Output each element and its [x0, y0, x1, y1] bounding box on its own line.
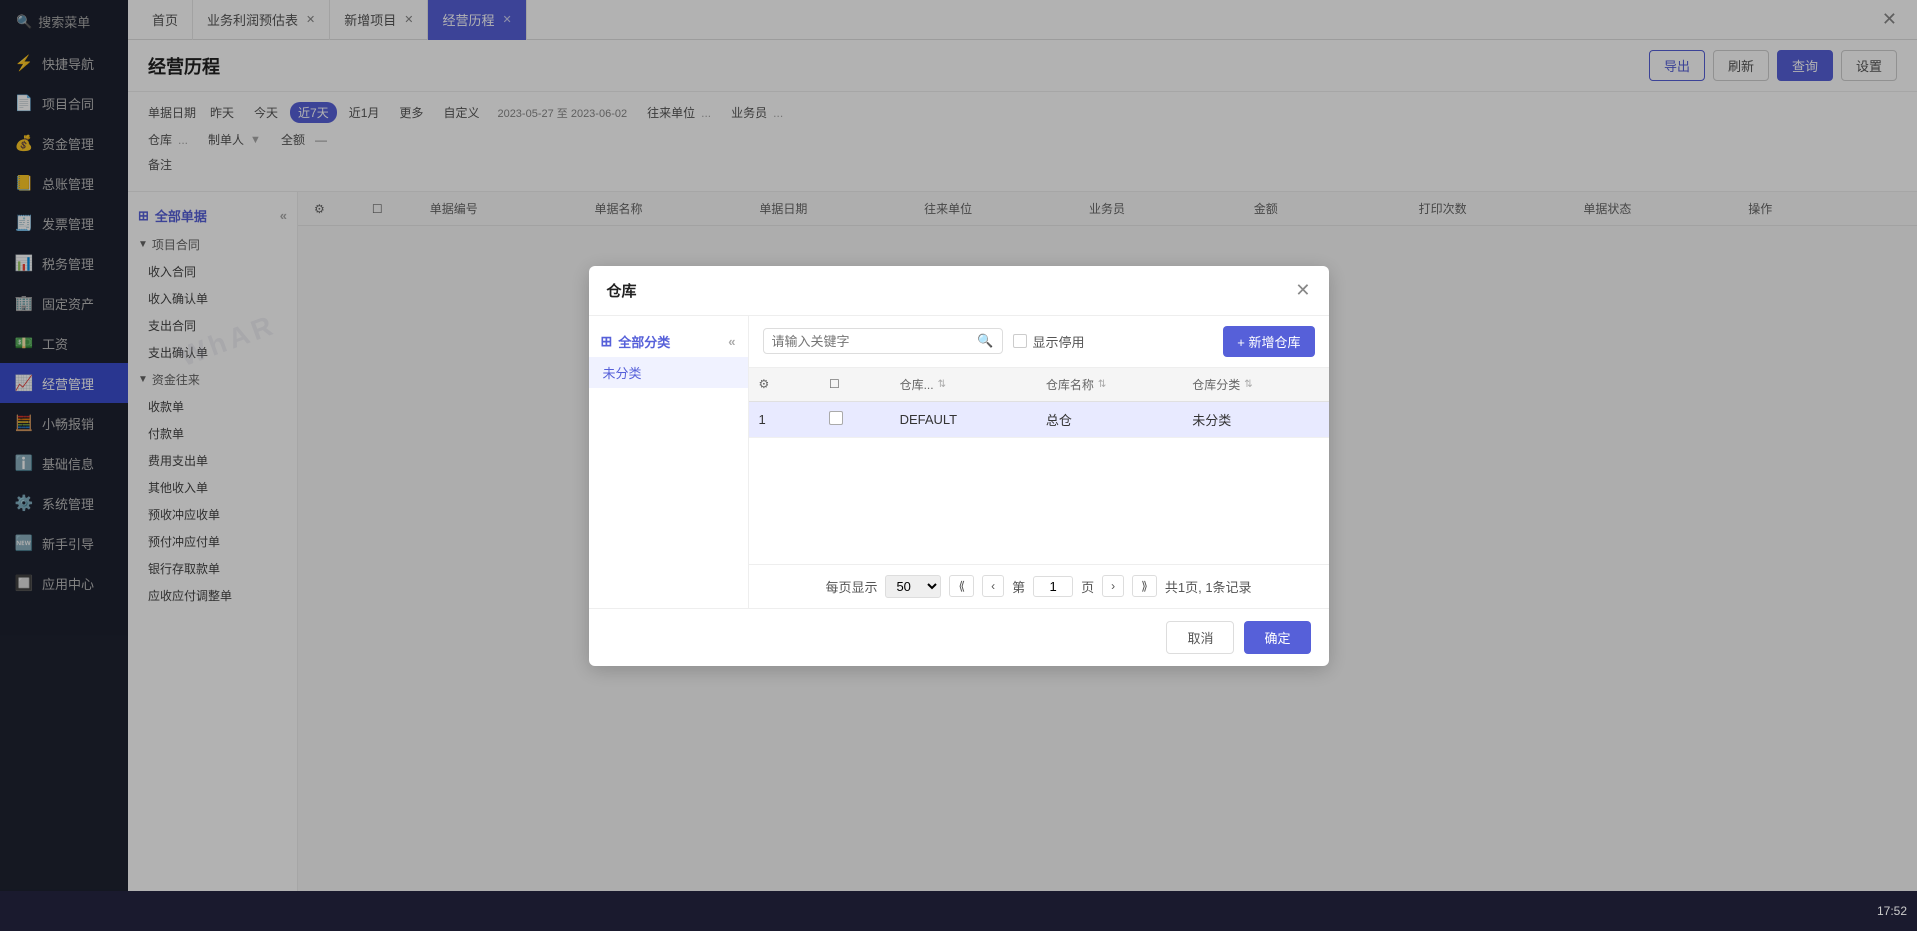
dth-name: 仓库名称 ⇅	[1036, 368, 1182, 401]
dialog-table-header: ⚙ ☐ 仓库... ⇅ 仓库名称 ⇅ 仓库分类 ⇅	[749, 368, 1329, 402]
show-disabled-label: 显示停用	[1033, 332, 1085, 351]
dialog-right-panel: 🔍 显示停用 + 新增仓库 ⚙ ☐ 仓库... ⇅ 仓库名称 ⇅ 仓库分类 ⇅	[749, 316, 1329, 608]
row-checkbox[interactable]	[819, 403, 890, 436]
show-disabled-toggle[interactable]: 显示停用	[1013, 332, 1085, 351]
dialog-pagination: 每页显示 5020100 ⟪ ‹ 第 页 › ⟫ 共1页, 1条记录	[749, 564, 1329, 608]
row-name: 总仓	[1036, 402, 1182, 437]
row-code: DEFAULT	[890, 404, 1036, 435]
dialog-last-page[interactable]: ⟫	[1132, 575, 1157, 597]
row-category: 未分类	[1182, 402, 1328, 437]
cancel-button[interactable]: 取消	[1166, 621, 1234, 654]
all-icon: ⊞	[601, 333, 613, 350]
dialog-first-page[interactable]: ⟪	[949, 575, 974, 597]
dialog-header: 仓库 ✕	[589, 266, 1329, 316]
row-check[interactable]	[829, 411, 843, 425]
dialog-next-page[interactable]: ›	[1102, 575, 1124, 597]
warehouse-dialog: 仓库 ✕ ⊞ 全部分类 « 未分类 🔍	[589, 266, 1329, 666]
dialog-prev-page[interactable]: ‹	[982, 575, 1004, 597]
search-input[interactable]	[772, 334, 974, 349]
dialog-page-end: 页	[1081, 577, 1094, 596]
dialog-toolbar: 🔍 显示停用 + 新增仓库	[749, 316, 1329, 368]
row-index: 1	[749, 404, 820, 435]
dialog-category-uncategorized[interactable]: 未分类	[589, 357, 748, 388]
taskbar: 17:52	[0, 891, 1917, 931]
dialog-title: 仓库	[607, 280, 1296, 301]
collapse-icon[interactable]: «	[728, 334, 735, 349]
dth-category: 仓库分类 ⇅	[1182, 368, 1328, 401]
taskbar-time: 17:52	[1877, 904, 1907, 918]
dialog-page-input[interactable]	[1033, 576, 1073, 597]
dialog-page-label: 第	[1012, 577, 1025, 596]
dialog-close-button[interactable]: ✕	[1295, 280, 1310, 301]
dialog-table-body: 1 DEFAULT 总仓 未分类	[749, 402, 1329, 438]
all-category-label: 全部分类	[618, 332, 670, 351]
show-disabled-checkbox[interactable]	[1013, 334, 1027, 348]
dth-code: 仓库... ⇅	[890, 368, 1036, 401]
dth-settings[interactable]: ⚙	[749, 368, 820, 401]
dialog-table: ⚙ ☐ 仓库... ⇅ 仓库名称 ⇅ 仓库分类 ⇅ 1 DEFAULT 总仓 未…	[749, 368, 1329, 564]
dialog-category-header[interactable]: ⊞ 全部分类 «	[589, 326, 748, 357]
dialog-body: ⊞ 全部分类 « 未分类 🔍 显示停用 + 新增仓库	[589, 316, 1329, 608]
dialog-per-page-label: 每页显示	[825, 577, 877, 596]
dialog-footer: 取消 确定	[589, 608, 1329, 666]
search-box: 🔍	[763, 328, 1003, 354]
dialog-categories: 未分类	[589, 357, 748, 388]
dialog-left-panel: ⊞ 全部分类 « 未分类	[589, 316, 749, 608]
search-icon[interactable]: 🔍	[977, 333, 993, 349]
dialog-per-page-select[interactable]: 5020100	[885, 575, 941, 598]
add-warehouse-button[interactable]: + 新增仓库	[1223, 326, 1314, 357]
dialog-total: 共1页, 1条记录	[1165, 577, 1252, 596]
overlay: 仓库 ✕ ⊞ 全部分类 « 未分类 🔍	[0, 0, 1917, 931]
dth-checkbox[interactable]: ☐	[819, 368, 890, 401]
dialog-table-row[interactable]: 1 DEFAULT 总仓 未分类	[749, 402, 1329, 438]
confirm-button[interactable]: 确定	[1244, 621, 1310, 654]
